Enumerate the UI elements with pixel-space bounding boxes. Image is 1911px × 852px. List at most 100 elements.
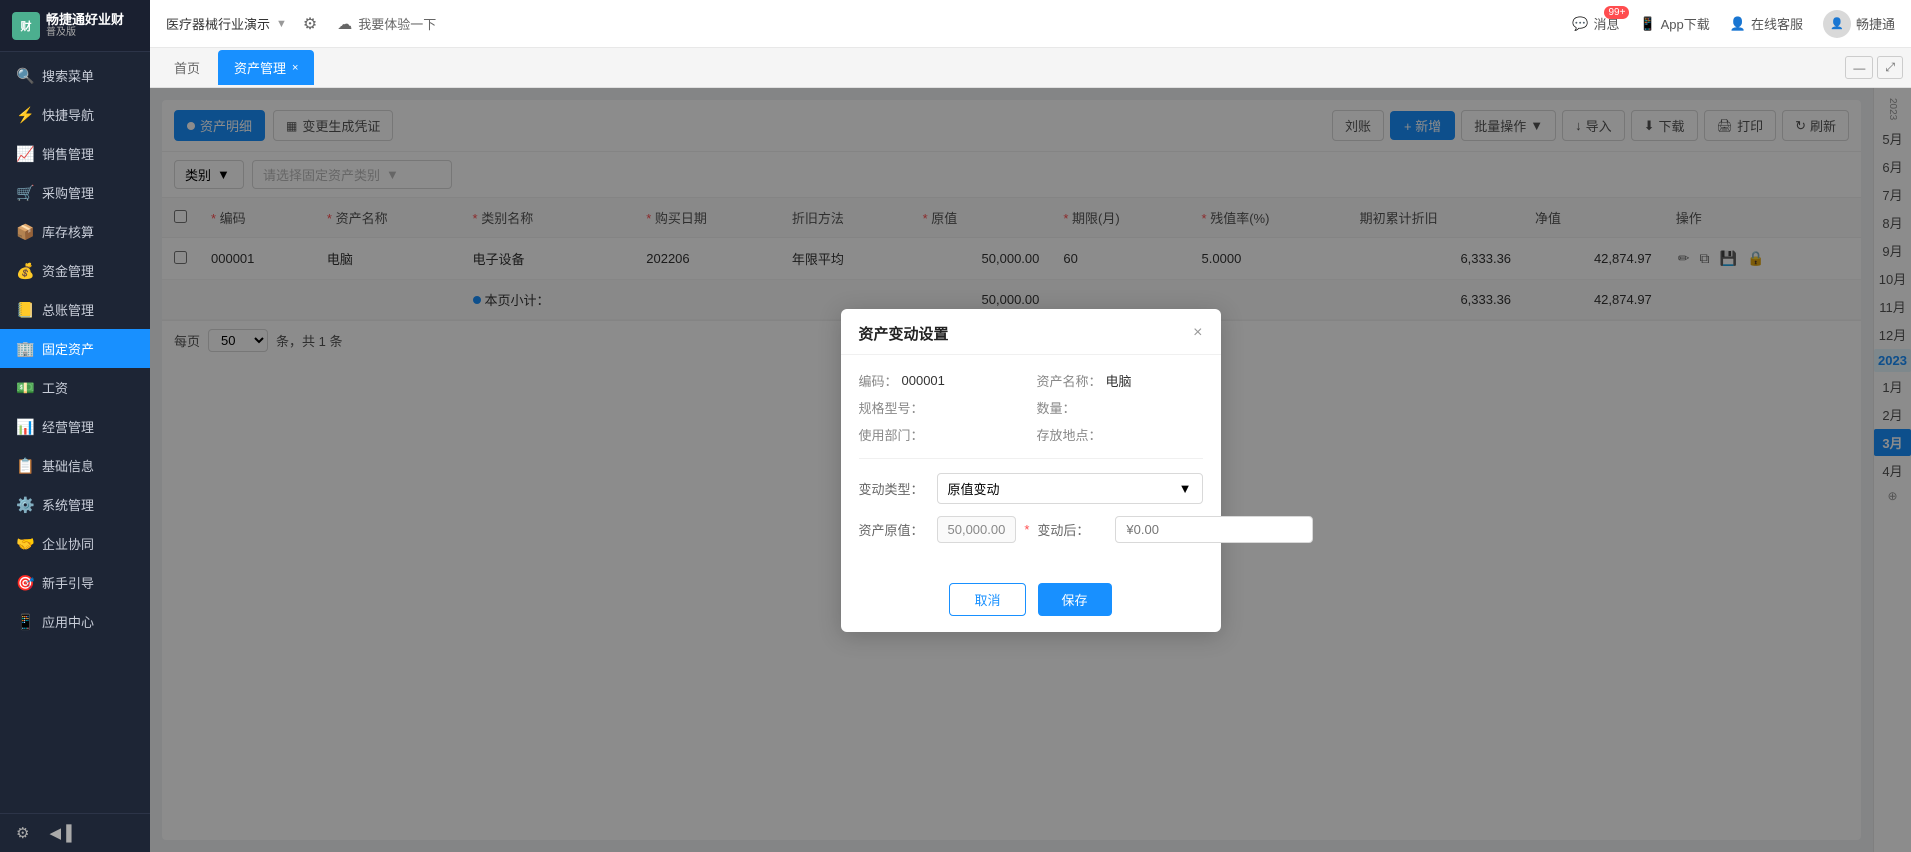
modal-info-grid: 编码： 000001 资产名称： 电脑 规格型号： 数量： [859,371,1203,459]
nav-label-5: 资金管理 [42,261,94,280]
sidebar-item-12[interactable]: 🤝 企业协同 [0,524,150,563]
sidebar-nav: 🔍 搜索菜单⚡ 快捷导航📈 销售管理🛒 采购管理📦 库存核算💰 资金管理📒 总账… [0,52,150,813]
tab-asset-close-icon[interactable]: × [292,62,298,74]
company-name: 医疗器械行业演示 [166,14,270,33]
tabbar: 首页 资产管理 × — ⤢ [150,48,1911,88]
download-icon: 📱 [1639,16,1655,32]
topbar: 医疗器械行业演示 ▼ ⚙ ☁ 我要体验一下 💬 消息 99+ 📱 App下载 👤… [150,0,1911,48]
nav-icon-8: 💵 [16,379,34,397]
nav-label-1: 快捷导航 [42,105,94,124]
user-avatar: 👤 [1823,10,1851,38]
logo-icon: 财 [12,12,40,40]
nav-icon-4: 📦 [16,223,34,241]
nav-label-11: 系统管理 [42,495,94,514]
sidebar-item-4[interactable]: 📦 库存核算 [0,212,150,251]
nav-icon-3: 🛒 [16,184,34,202]
modal-asset-name-item: 资产名称： 电脑 [1037,371,1203,390]
asset-change-modal: 资产变动设置 × 编码： 000001 资产名称： 电脑 [841,309,1221,632]
online-service-btn[interactable]: 👤 在线客服 [1730,14,1803,33]
modal-body: 编码： 000001 资产名称： 电脑 规格型号： 数量： [841,355,1221,571]
tab-minimize-btn[interactable]: — [1845,56,1873,79]
modal-overlay: 资产变动设置 × 编码： 000001 资产名称： 电脑 [150,88,1911,852]
nav-icon-7: 🏢 [16,340,34,358]
message-btn[interactable]: 💬 消息 99+ [1572,14,1619,33]
sidebar: 财 畅捷通好业财 普及版 🔍 搜索菜单⚡ 快捷导航📈 销售管理🛒 采购管理📦 库… [0,0,150,852]
logo-text: 畅捷通好业财 普及版 [46,12,124,40]
nav-icon-1: ⚡ [16,106,34,124]
content-area: 资产明细 ▦ 变更生成凭证 刘账 + 新增 批量操作 ▼ [150,88,1911,852]
nav-label-2: 销售管理 [42,144,94,163]
after-value-input[interactable] [1115,516,1313,543]
nav-label-3: 采购管理 [42,183,94,202]
tab-expand-btn[interactable]: ⤢ [1877,56,1903,79]
tabbar-controls: — ⤢ [1845,56,1903,79]
sidebar-item-7[interactable]: 🏢 固定资产 [0,329,150,368]
nav-label-8: 工资 [42,378,68,397]
save-btn[interactable]: 保存 [1038,583,1112,616]
nav-label-6: 总账管理 [42,300,94,319]
nav-icon-11: ⚙️ [16,496,34,514]
nav-icon-14: 📱 [16,613,34,631]
modal-spec-item: 规格型号： [859,398,1025,417]
modal-change-type-row: 变动类型： 原值变动 ▼ [859,473,1203,504]
nav-icon-0: 🔍 [16,67,34,85]
user-menu[interactable]: 👤 畅捷通 [1823,10,1895,38]
sidebar-item-10[interactable]: 📋 基础信息 [0,446,150,485]
message-icon: 💬 [1572,16,1588,32]
nav-icon-6: 📒 [16,301,34,319]
company-selector[interactable]: 医疗器械行业演示 ▼ [166,14,287,33]
settings-gear-icon[interactable]: ⚙ [303,14,317,34]
nav-label-14: 应用中心 [42,612,94,631]
change-type-select[interactable]: 原值变动 ▼ [937,473,1203,504]
sidebar-item-13[interactable]: 🎯 新手引导 [0,563,150,602]
service-icon: 👤 [1730,16,1746,32]
nav-label-10: 基础信息 [42,456,94,475]
nav-label-7: 固定资产 [42,339,94,358]
sidebar-item-5[interactable]: 💰 资金管理 [0,251,150,290]
modal-department-item: 使用部门： [859,425,1025,444]
topbar-right: 💬 消息 99+ 📱 App下载 👤 在线客服 👤 畅捷通 [1572,10,1895,38]
sidebar-item-3[interactable]: 🛒 采购管理 [0,173,150,212]
sidebar-item-0[interactable]: 🔍 搜索菜单 [0,56,150,95]
tab-home-label: 首页 [174,58,200,77]
sidebar-item-14[interactable]: 📱 应用中心 [0,602,150,641]
cancel-btn[interactable]: 取消 [949,583,1025,616]
collapse-icon[interactable]: ◀▐ [49,824,71,842]
sidebar-item-11[interactable]: ⚙️ 系统管理 [0,485,150,524]
sidebar-item-2[interactable]: 📈 销售管理 [0,134,150,173]
app-logo: 财 畅捷通好业财 普及版 [0,0,150,52]
nav-icon-9: 📊 [16,418,34,436]
company-chevron-icon: ▼ [276,18,287,30]
tab-asset-management[interactable]: 资产管理 × [218,50,314,85]
sidebar-item-8[interactable]: 💵 工资 [0,368,150,407]
modal-code-item: 编码： 000001 [859,371,1025,390]
original-value-label: 资产原值： [859,520,929,539]
sidebar-item-9[interactable]: 📊 经营管理 [0,407,150,446]
sidebar-item-6[interactable]: 📒 总账管理 [0,290,150,329]
tab-home[interactable]: 首页 [158,50,216,85]
modal-location-item: 存放地点： [1037,425,1203,444]
main-area: 医疗器械行业演示 ▼ ⚙ ☁ 我要体验一下 💬 消息 99+ 📱 App下载 👤… [150,0,1911,852]
modal-title: 资产变动设置 [859,323,949,344]
settings-icon[interactable]: ⚙ [16,824,29,842]
required-star: * [1024,522,1029,537]
cloud-icon: ☁ [337,15,352,33]
nav-label-4: 库存核算 [42,222,94,241]
message-badge: 99+ [1604,6,1629,19]
modal-close-btn[interactable]: × [1193,324,1202,342]
app-download-btn[interactable]: 📱 App下载 [1639,14,1709,33]
nav-icon-12: 🤝 [16,535,34,553]
sidebar-bottom: ⚙ ◀▐ [0,813,150,852]
change-type-chevron-icon: ▼ [1179,481,1192,496]
tab-asset-label: 资产管理 [234,58,286,77]
sidebar-item-1[interactable]: ⚡ 快捷导航 [0,95,150,134]
change-type-label: 变动类型： [859,479,929,498]
nav-label-9: 经营管理 [42,417,94,436]
modal-footer: 取消 保存 [841,571,1221,632]
modal-quantity-item: 数量： [1037,398,1203,417]
experience-btn[interactable]: ☁ 我要体验一下 [337,14,436,33]
original-value-display: 50,000.00 [937,516,1017,543]
nav-icon-2: 📈 [16,145,34,163]
nav-icon-13: 🎯 [16,574,34,592]
nav-label-0: 搜索菜单 [42,66,94,85]
